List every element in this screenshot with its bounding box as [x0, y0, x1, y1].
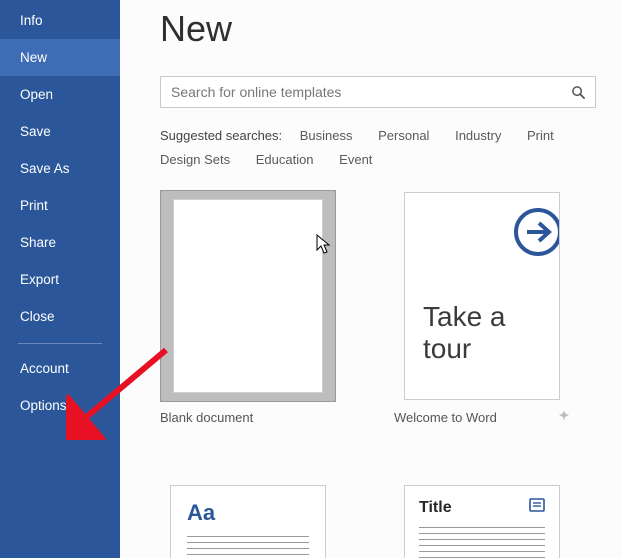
sidebar-item-label: Save [20, 124, 51, 139]
sidebar-item-export[interactable]: Export [0, 261, 120, 298]
main-panel: New Suggested searches: Business Persona… [120, 0, 622, 558]
suggested-link-education[interactable]: Education [256, 148, 314, 172]
search-icon [571, 85, 586, 100]
template-label: Blank document [160, 410, 253, 425]
sidebar-item-label: Export [20, 272, 59, 287]
sidebar-item-save[interactable]: Save [0, 113, 120, 150]
sidebar-item-label: Account [20, 361, 69, 376]
backstage-sidebar: Info New Open Save Save As Print Share E… [0, 0, 120, 558]
text-lines-icon [419, 527, 545, 558]
template-title[interactable]: Title [394, 485, 570, 558]
template-thumbnail: Aa [160, 485, 336, 558]
sidebar-item-options[interactable]: Options [0, 387, 120, 424]
sidebar-item-share[interactable]: Share [0, 224, 120, 261]
single-spaced-preview: Aa [170, 485, 326, 558]
tour-headline: Take a tour [423, 301, 559, 365]
sidebar-item-close[interactable]: Close [0, 298, 120, 335]
template-search [160, 76, 596, 108]
title-preview: Title [404, 485, 560, 558]
sidebar-item-label: Save As [20, 161, 70, 176]
sidebar-divider [18, 343, 102, 344]
sidebar-item-label: Share [20, 235, 56, 250]
template-thumbnail [160, 190, 336, 402]
suggested-link-business[interactable]: Business [300, 124, 353, 148]
tour-preview: Take a tour [404, 192, 560, 400]
aa-sample-text: Aa [187, 500, 309, 526]
sidebar-item-label: New [20, 50, 47, 65]
search-input[interactable] [161, 84, 561, 100]
sidebar-item-new[interactable]: New [0, 39, 120, 76]
template-blank-document[interactable]: Blank document [160, 190, 336, 425]
sidebar-item-label: Print [20, 198, 48, 213]
sidebar-item-save-as[interactable]: Save As [0, 150, 120, 187]
text-lines-icon [187, 536, 309, 558]
template-gallery: Blank document Take a tour [160, 190, 620, 558]
suggested-link-event[interactable]: Event [339, 148, 372, 172]
sidebar-item-print[interactable]: Print [0, 187, 120, 224]
search-button[interactable] [561, 77, 595, 107]
arrow-right-circle-icon [511, 205, 560, 259]
template-single-spaced[interactable]: Aa [160, 485, 336, 558]
page-title: New [160, 8, 622, 50]
sidebar-item-label: Open [20, 87, 53, 102]
sidebar-item-label: Close [20, 309, 55, 324]
suggested-searches: Suggested searches: Business Personal In… [160, 124, 600, 172]
sidebar-item-info[interactable]: Info [0, 2, 120, 39]
template-label: Welcome to Word [394, 410, 497, 425]
suggested-link-personal[interactable]: Personal [378, 124, 429, 148]
suggested-link-industry[interactable]: Industry [455, 124, 501, 148]
suggested-label: Suggested searches: [160, 128, 282, 143]
suggested-link-design-sets[interactable]: Design Sets [160, 148, 230, 172]
sidebar-item-label: Options [20, 398, 67, 413]
document-icon [529, 498, 545, 517]
template-thumbnail: Title [394, 485, 570, 558]
sidebar-item-open[interactable]: Open [0, 76, 120, 113]
template-welcome-to-word[interactable]: Take a tour Welcome to Word [394, 190, 570, 425]
pin-icon[interactable] [558, 410, 570, 425]
sidebar-item-label: Info [20, 13, 43, 28]
sidebar-item-account[interactable]: Account [0, 350, 120, 387]
template-thumbnail: Take a tour [394, 190, 570, 402]
title-heading: Title [419, 499, 452, 517]
suggested-link-print[interactable]: Print [527, 124, 554, 148]
blank-page-preview [173, 199, 323, 393]
